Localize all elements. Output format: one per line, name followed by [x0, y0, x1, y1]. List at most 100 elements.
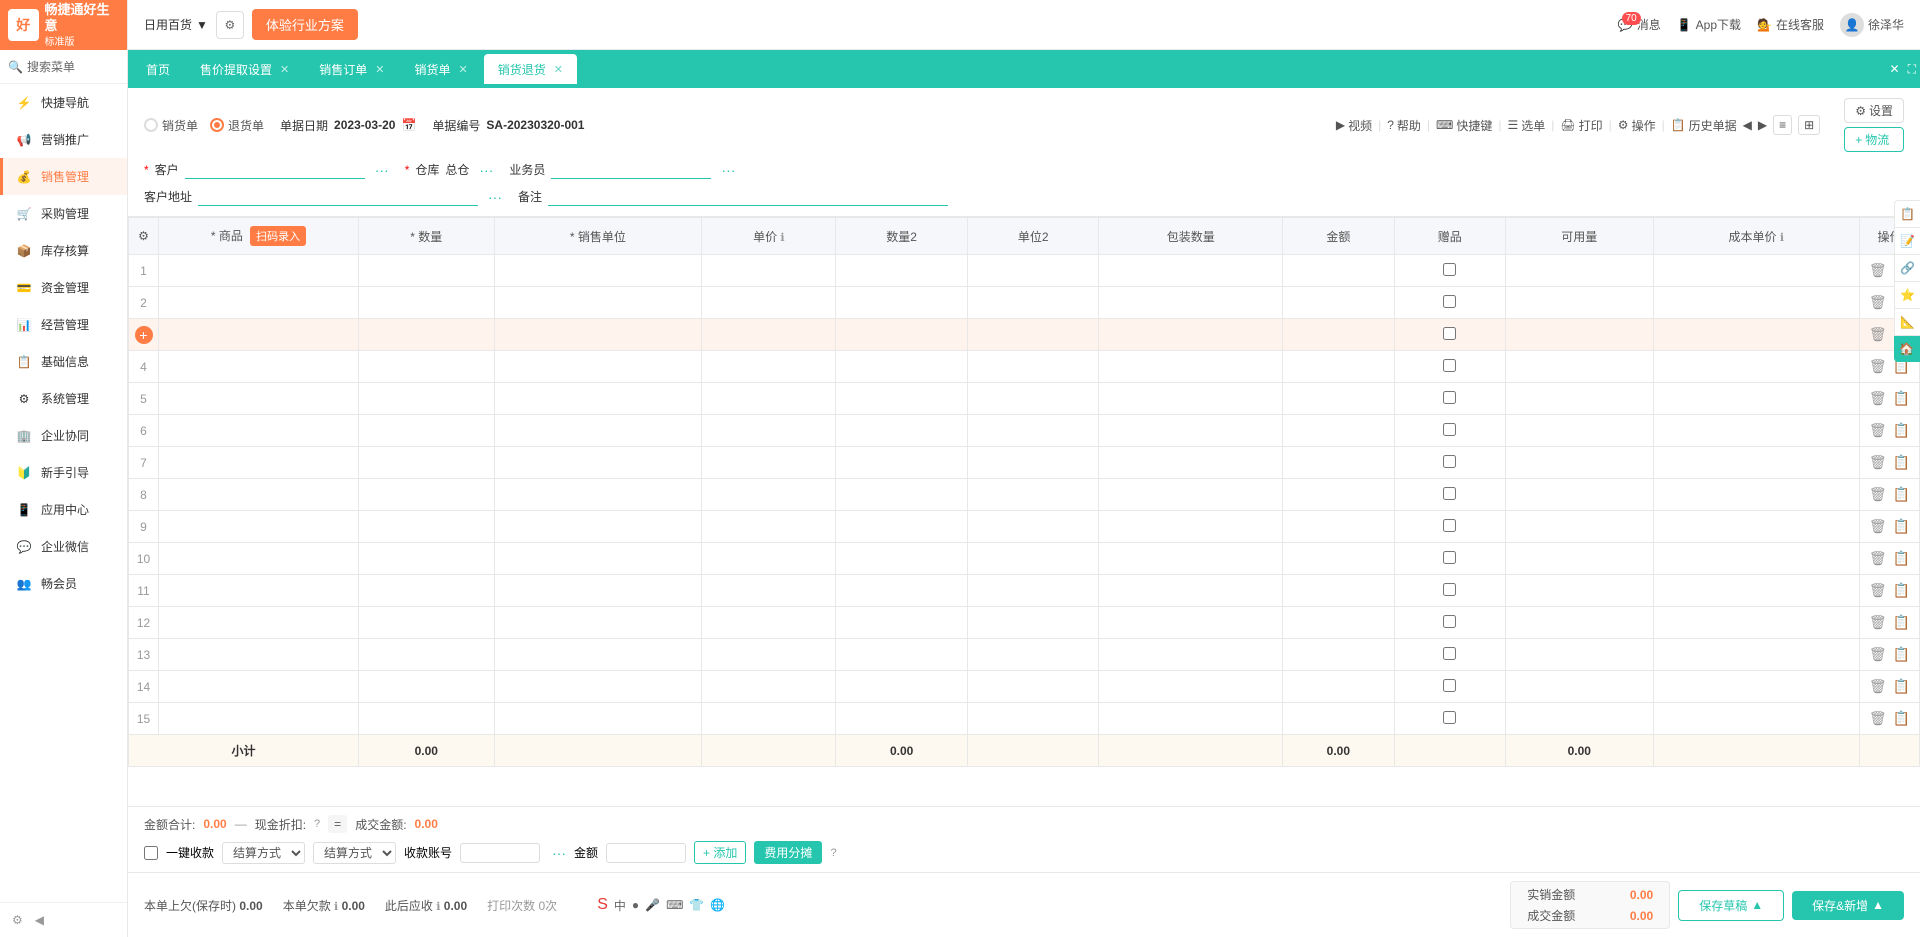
delete-icon[interactable]: 🗑 [1869, 550, 1887, 567]
cost-price-cell-3[interactable] [1653, 319, 1859, 351]
select-btn[interactable]: ☰ 选单 [1508, 117, 1546, 134]
price-cell-2[interactable] [702, 287, 836, 319]
warehouse-dots-btn[interactable]: ··· [479, 162, 493, 178]
one-click-checkbox[interactable] [144, 846, 158, 860]
sidebar-item-operations[interactable]: 📊 经营管理 [0, 306, 127, 343]
copy-icon[interactable]: 📋 [1893, 486, 1910, 503]
right-panel-icon-6[interactable]: 🏠 [1894, 336, 1920, 362]
sidebar-item-enterprise[interactable]: 🏢 企业协同 [0, 417, 127, 454]
sidebar-item-marketing[interactable]: 📢 营销推广 [0, 121, 127, 158]
tab-sales-delivery-close[interactable]: ✕ [459, 63, 468, 76]
customer-dots-btn[interactable]: ··· [375, 162, 389, 178]
tab-expand-icon[interactable]: ⛶ [1908, 62, 1916, 77]
video-btn[interactable]: ▶ 视频 [1336, 117, 1372, 134]
sidebar-item-wechat[interactable]: 💬 企业微信 [0, 528, 127, 565]
copy-icon[interactable]: 📋 [1893, 390, 1910, 407]
amount-cell-3[interactable] [1283, 319, 1394, 351]
add-row-btn[interactable]: + [129, 319, 159, 351]
tab-price-setup[interactable]: 售价提取设置 ✕ [186, 54, 303, 84]
tab-sales-order[interactable]: 销售订单 ✕ [305, 54, 398, 84]
gift-checkbox-2[interactable] [1443, 295, 1456, 308]
amount-cell-1[interactable] [1283, 255, 1394, 287]
tab-sales-return-close[interactable]: ✕ [554, 63, 563, 76]
cost-price-cell-1[interactable] [1653, 255, 1859, 287]
unit2-cell-3[interactable] [967, 319, 1099, 351]
gift-cell-1[interactable] [1394, 255, 1505, 287]
cost-price-cell-2[interactable] [1653, 287, 1859, 319]
collapse-icon[interactable]: ◀ [35, 913, 44, 927]
gift-checkbox-3[interactable] [1443, 327, 1456, 340]
fee-split-btn[interactable]: 费用分摊 [754, 841, 822, 864]
message-button[interactable]: 💬 70 消息 [1618, 16, 1661, 33]
category-selector[interactable]: 日用百货 ▼ [144, 16, 208, 33]
copy-icon[interactable]: 📋 [1893, 646, 1910, 663]
settings-button[interactable]: ⚙ [216, 11, 244, 39]
settlement-select[interactable]: 结算方式 [222, 842, 305, 864]
tab-sales-order-close[interactable]: ✕ [375, 63, 384, 76]
date-picker-icon[interactable]: 📅 [401, 118, 416, 132]
unit-cell-3[interactable] [494, 319, 702, 351]
salesperson-dots-btn[interactable]: ··· [721, 162, 735, 178]
gift-cell-2[interactable] [1394, 287, 1505, 319]
delete-icon[interactable]: 🗑 [1869, 614, 1887, 631]
scan-input-btn[interactable]: 扫码录入 [250, 226, 306, 246]
sidebar-item-inventory[interactable]: 📦 库存核算 [0, 232, 127, 269]
sidebar-item-guide[interactable]: 🔰 新手引导 [0, 454, 127, 491]
delete-icon[interactable]: 🗑 [1869, 582, 1887, 599]
settings-form-btn[interactable]: ⚙ 设置 [1844, 98, 1904, 123]
copy-icon[interactable]: 📋 [1893, 518, 1910, 535]
operation-btn[interactable]: ⚙ 操作 [1618, 117, 1656, 134]
sidebar-item-member[interactable]: 👥 畅会员 [0, 565, 127, 602]
qty2-cell-3[interactable] [836, 319, 968, 351]
right-panel-icon-5[interactable]: 📐 [1894, 309, 1920, 336]
delete-icon[interactable]: 🗑 [1869, 646, 1887, 663]
user-profile-button[interactable]: 👤 徐泽华 [1840, 13, 1904, 37]
view-list-btn[interactable]: ≡ [1773, 115, 1792, 135]
tab-price-setup-close[interactable]: ✕ [280, 63, 289, 76]
right-panel-icon-4[interactable]: ⭐ [1894, 282, 1920, 309]
available-cell-2[interactable] [1506, 287, 1654, 319]
qty2-cell-2[interactable] [836, 287, 968, 319]
pack-cell-1[interactable] [1099, 255, 1283, 287]
delete-icon[interactable]: 🗑 [1869, 422, 1887, 439]
available-cell-1[interactable] [1506, 255, 1654, 287]
sidebar-item-finance[interactable]: 💳 资金管理 [0, 269, 127, 306]
help-btn[interactable]: ? 帮助 [1387, 117, 1421, 134]
online-service-button[interactable]: 💁 在线客服 [1757, 16, 1824, 33]
account-input[interactable] [460, 843, 540, 863]
tab-close-all-icon[interactable]: ✕ [1890, 62, 1900, 76]
delete-icon-1[interactable]: 🗑 [1869, 262, 1887, 279]
view-grid-btn[interactable]: ⊞ [1798, 115, 1820, 135]
unit-cell-2[interactable] [494, 287, 702, 319]
product-cell-2[interactable] [159, 287, 359, 319]
gift-checkbox-1[interactable] [1443, 263, 1456, 276]
delete-icon[interactable]: 🗑 [1869, 454, 1887, 471]
sidebar-item-sales[interactable]: 💰 销售管理 [0, 158, 127, 195]
print-btn[interactable]: 🖨 打印 [1560, 117, 1602, 134]
delete-icon[interactable]: 🗑 [1869, 678, 1887, 695]
trial-button[interactable]: 体验行业方案 [252, 9, 358, 40]
col-settings[interactable]: ⚙ [129, 218, 159, 255]
copy-icon[interactable]: 📋 [1893, 678, 1910, 695]
address-input[interactable] [198, 187, 478, 206]
gift-cell-3[interactable] [1394, 319, 1505, 351]
qty-cell-2[interactable] [359, 287, 495, 319]
delete-icon[interactable]: 🗑 [1869, 358, 1887, 375]
product-cell-1[interactable] [159, 255, 359, 287]
copy-icon[interactable]: 📋 [1893, 710, 1910, 727]
search-menu-item[interactable]: 🔍 搜索菜单 [0, 50, 127, 84]
copy-icon[interactable]: 📋 [1893, 582, 1910, 599]
address-dots-btn[interactable]: ··· [488, 189, 502, 205]
copy-icon[interactable]: 📋 [1893, 422, 1910, 439]
remark-input[interactable] [548, 187, 948, 206]
settings-bottom-icon[interactable]: ⚙ [12, 913, 23, 927]
pack-cell-2[interactable] [1099, 287, 1283, 319]
available-cell-3[interactable] [1506, 319, 1654, 351]
save-new-button[interactable]: 保存&新增 ▲ [1792, 891, 1904, 920]
account-dots-btn[interactable]: ··· [552, 845, 566, 861]
pack-cell-3[interactable] [1099, 319, 1283, 351]
product-cell-3[interactable] [159, 319, 359, 351]
qty-cell-1[interactable] [359, 255, 495, 287]
unit-cell-1[interactable] [494, 255, 702, 287]
amount-input[interactable] [606, 843, 686, 863]
